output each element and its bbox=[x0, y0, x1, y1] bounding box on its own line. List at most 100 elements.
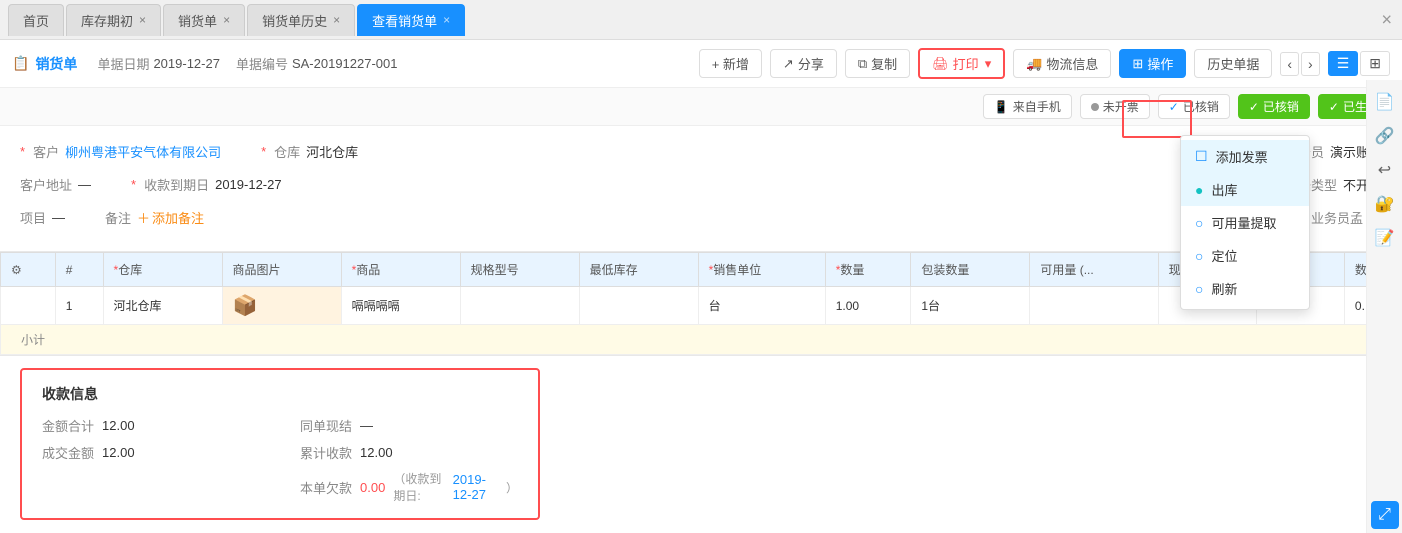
col-pack-qty: 包装数量 bbox=[911, 253, 1030, 287]
print-icon: 🖨 bbox=[932, 56, 949, 72]
sidebar-lock-icon[interactable]: 🔐 bbox=[1371, 190, 1399, 218]
subtotal-row: 小计 bbox=[1, 325, 1402, 355]
number-value: SA-20191227-001 bbox=[292, 56, 398, 71]
sidebar-link-icon[interactable]: 🔗 bbox=[1371, 122, 1399, 150]
address-value: — bbox=[78, 177, 91, 192]
close-icon[interactable]: × bbox=[139, 13, 146, 27]
arrears-date: 2019-12-27 bbox=[453, 472, 498, 502]
project-value: — bbox=[52, 210, 65, 225]
locate-icon: ○ bbox=[1195, 248, 1203, 264]
tab-home[interactable]: 首页 bbox=[8, 4, 64, 36]
document-meta: 单据日期 2019-12-27 单据编号 SA-20191227-001 bbox=[97, 54, 397, 73]
address-field: 客户地址 — bbox=[20, 175, 91, 194]
tab-view-sales[interactable]: 查看销货单 × bbox=[357, 4, 465, 36]
close-icon[interactable]: × bbox=[333, 13, 340, 27]
truck-icon: 🚚 bbox=[1026, 56, 1042, 72]
add-invoice-item[interactable]: ☐ 添加发票 bbox=[1181, 140, 1309, 173]
tab-sales-history[interactable]: 销货单历史 × bbox=[247, 4, 355, 36]
next-button[interactable]: › bbox=[1301, 52, 1320, 76]
transaction-value: 12.00 bbox=[102, 445, 135, 460]
payment-total: 金额合计 12.00 bbox=[42, 416, 260, 435]
payment-title: 收款信息 bbox=[42, 384, 518, 404]
verified-button[interactable]: ✓ 已核销 bbox=[1238, 94, 1310, 119]
form-row-1: * 客户 柳州粤港平安气体有限公司 * 仓库 河北仓库 业务员 演示账号 bbox=[20, 142, 1382, 161]
list-view-button[interactable]: ☰ bbox=[1328, 51, 1359, 76]
close-icon[interactable]: × bbox=[443, 13, 450, 27]
tab-sales-order[interactable]: 销货单 × bbox=[163, 4, 245, 36]
window-close-button[interactable]: × bbox=[1381, 9, 1392, 30]
print-button[interactable]: 🖨 打印 ▾ bbox=[918, 48, 1005, 79]
subtotal-label: 小计 bbox=[1, 325, 1402, 355]
share-button[interactable]: ↗ 分享 bbox=[770, 49, 837, 78]
project-field: 项目 — bbox=[20, 208, 65, 227]
note-field: 备注 ＋ 添加备注 bbox=[105, 208, 204, 227]
verified-icon: ✓ bbox=[1249, 100, 1259, 114]
add-note-button[interactable]: ＋ 添加备注 bbox=[137, 208, 204, 227]
locate-item[interactable]: ○ 定位 bbox=[1181, 239, 1309, 272]
cell-settings bbox=[1, 287, 56, 325]
cell-spec bbox=[460, 287, 579, 325]
sidebar-note-icon[interactable]: 📝 bbox=[1371, 224, 1399, 252]
cell-product-img: 📦 bbox=[222, 287, 341, 325]
not-opened-dot bbox=[1091, 103, 1099, 111]
sidebar-expand-icon[interactable]: ⤢ bbox=[1371, 501, 1399, 529]
payment-info-box: 收款信息 金额合计 12.00 同单现结 — 成交金额 12.00 累计收款 1… bbox=[20, 368, 540, 520]
date-field: 单据日期 2019-12-27 bbox=[97, 54, 220, 73]
col-quantity: *数量 bbox=[825, 253, 911, 287]
number-label: 单据编号 bbox=[236, 54, 288, 73]
toolbar-actions: + 新增 ↗ 分享 ⧉ 复制 🖨 打印 ▾ 🚚 物流信息 bbox=[699, 48, 1390, 79]
outbound-icon: ● bbox=[1195, 182, 1203, 198]
arrears-suffix: ） bbox=[506, 479, 518, 496]
outbound-item[interactable]: ● 出库 bbox=[1181, 173, 1309, 206]
customer-value[interactable]: 柳州粤港平安气体有限公司 bbox=[65, 142, 221, 161]
grid-view-button[interactable]: ⊞ bbox=[1360, 51, 1390, 76]
req-star: * bbox=[131, 177, 136, 192]
share-icon: ↗ bbox=[783, 56, 794, 72]
total-value: 12.00 bbox=[102, 418, 135, 433]
refresh-item[interactable]: ○ 刷新 bbox=[1181, 272, 1309, 305]
col-min-stock: 最低库存 bbox=[579, 253, 698, 287]
col-avail: 可用量 (... bbox=[1030, 253, 1158, 287]
customer-field: * 客户 柳州粤港平安气体有限公司 bbox=[20, 142, 221, 161]
req-star: * bbox=[20, 144, 25, 159]
new-button[interactable]: + 新增 bbox=[699, 49, 762, 78]
operations-button[interactable]: ⊞ 操作 bbox=[1119, 49, 1186, 78]
close-icon[interactable]: × bbox=[223, 13, 230, 27]
right-sidebar: 📄 🔗 ↩ 🔐 📝 ⤢ bbox=[1366, 80, 1402, 533]
phone-icon: 📱 bbox=[994, 100, 1009, 114]
date-label: 单据日期 bbox=[97, 54, 149, 73]
col-settings[interactable]: ⚙ bbox=[1, 253, 56, 287]
copy-button[interactable]: ⧉ 复制 bbox=[845, 49, 910, 78]
tab-inventory-init[interactable]: 库存期初 × bbox=[66, 4, 161, 36]
sidebar-doc-icon[interactable]: 📄 bbox=[1371, 88, 1399, 116]
settlement-value: — bbox=[360, 418, 373, 433]
payment-date-value: 2019-12-27 bbox=[215, 177, 282, 192]
invoice-icon: ☐ bbox=[1195, 148, 1208, 165]
tab-bar: 首页 库存期初 × 销货单 × 销货单历史 × 查看销货单 × × bbox=[0, 0, 1402, 40]
arrears-value: 0.00 bbox=[360, 480, 385, 495]
col-seq: # bbox=[55, 253, 103, 287]
col-warehouse: *仓库 bbox=[103, 253, 222, 287]
number-field: 单据编号 SA-20191227-001 bbox=[236, 54, 398, 73]
prev-button[interactable]: ‹ bbox=[1280, 52, 1299, 76]
from-phone-button[interactable]: 📱 来自手机 bbox=[983, 94, 1072, 119]
payment-settlement: 同单现结 — bbox=[300, 416, 518, 435]
copy-icon: ⧉ bbox=[858, 56, 867, 72]
available-extract-item[interactable]: ○ 可用量提取 bbox=[1181, 206, 1309, 239]
not-opened-button[interactable]: 未开票 bbox=[1080, 94, 1150, 119]
sidebar-return-icon[interactable]: ↩ bbox=[1371, 156, 1399, 184]
cell-sales-unit: 台 bbox=[698, 287, 825, 325]
view-toggle: ☰ ⊞ bbox=[1328, 51, 1390, 76]
arrears-note: （收款到期日: bbox=[393, 470, 444, 504]
form-row-3: 项目 — 备注 ＋ 添加备注 * 业务员孟 — bbox=[20, 208, 1382, 227]
payment-grid: 金额合计 12.00 同单现结 — 成交金额 12.00 累计收款 12.00 … bbox=[42, 416, 518, 504]
gear-icon: ⚙ bbox=[11, 263, 22, 277]
col-product-img: 商品图片 bbox=[222, 253, 341, 287]
document-icon: 📋 bbox=[12, 55, 29, 72]
cell-avail bbox=[1030, 287, 1158, 325]
logistics-button[interactable]: 🚚 物流信息 bbox=[1013, 49, 1111, 78]
warehouse-value: 河北仓库 bbox=[306, 142, 358, 161]
cell-quantity: 1.00 bbox=[825, 287, 911, 325]
history-button[interactable]: 历史单据 bbox=[1194, 49, 1272, 78]
check-button[interactable]: ✓ 已核销 bbox=[1158, 94, 1230, 119]
